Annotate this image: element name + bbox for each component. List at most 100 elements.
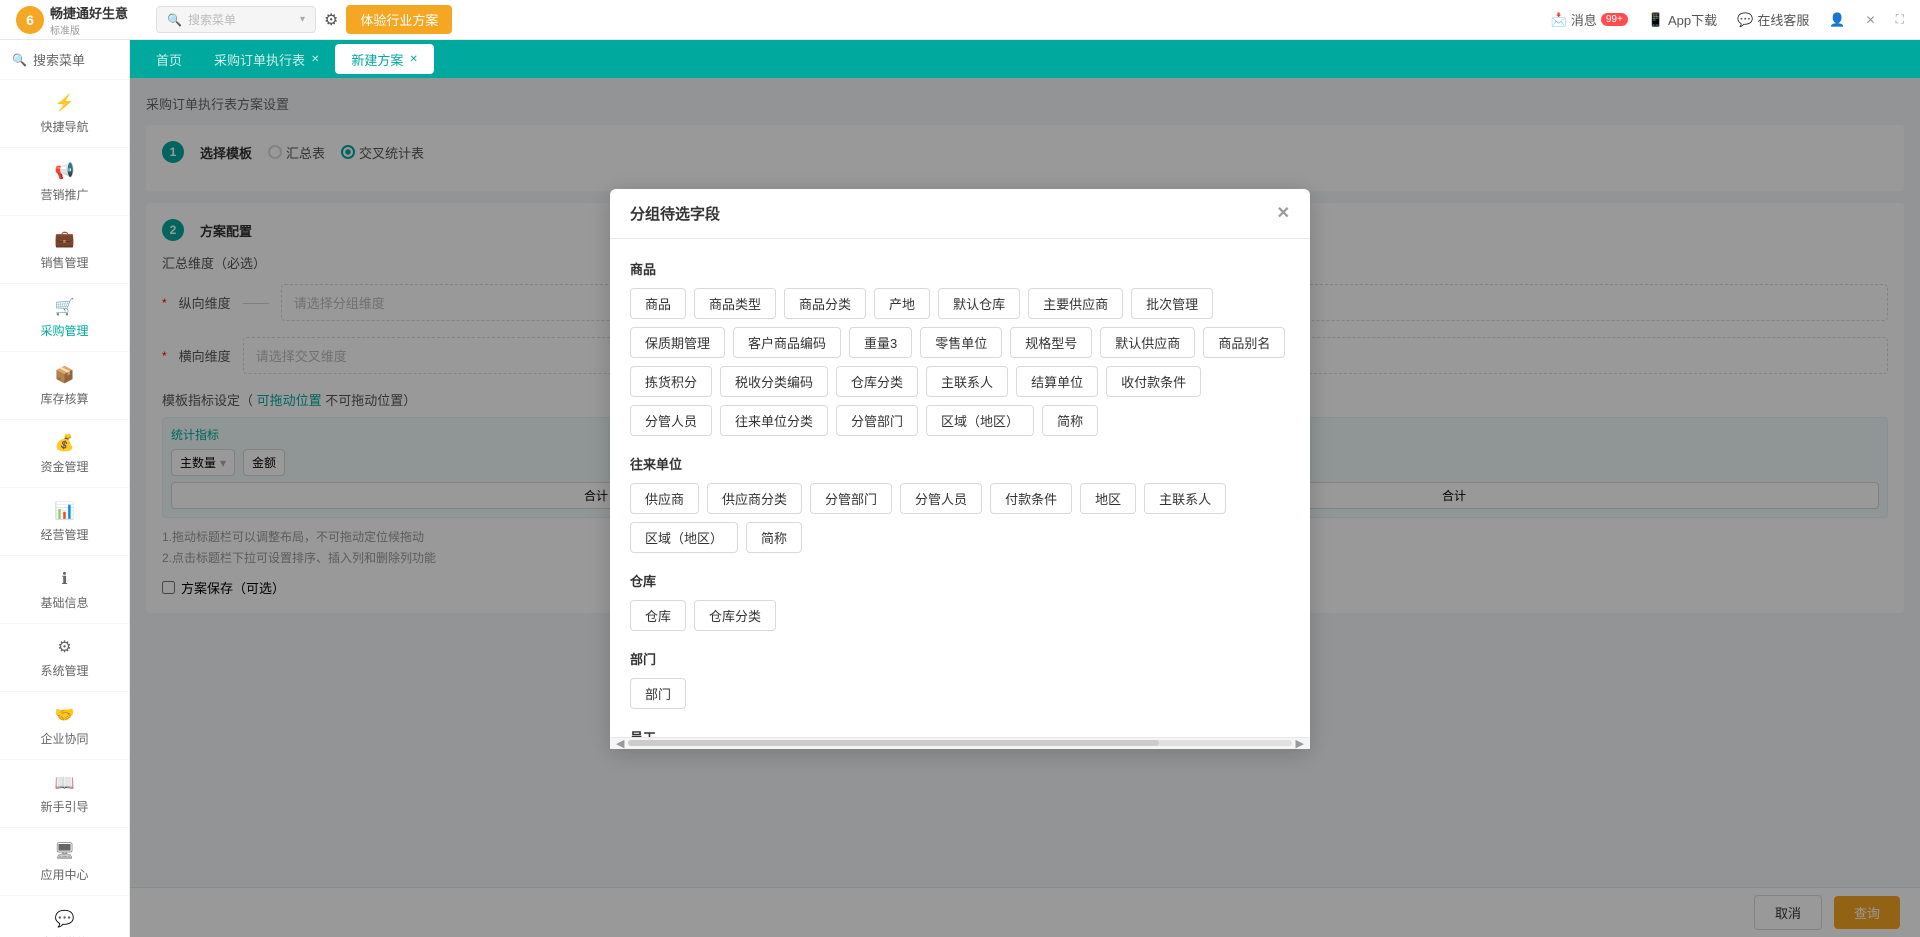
sidebar-item-basic-info[interactable]: ℹ 基础信息 — [0, 556, 129, 624]
sidebar-item-app-center[interactable]: 🖥 应用中心 — [0, 828, 129, 896]
tag-main-supplier[interactable]: 主要供应商 — [1028, 288, 1123, 319]
sidebar-item-sales[interactable]: 💼 销售管理 — [0, 216, 129, 284]
tag-default-warehouse[interactable]: 默认仓库 — [938, 288, 1020, 319]
tag-partner-cat[interactable]: 往来单位分类 — [720, 405, 828, 436]
inventory-icon: 📦 — [54, 364, 76, 386]
sidebar-item-system[interactable]: ⚙ 系统管理 — [0, 624, 129, 692]
tag-origin[interactable]: 产地 — [874, 288, 930, 319]
sidebar-item-shortcuts[interactable]: ⚡ 快捷导航 — [0, 80, 129, 148]
sidebar-item-wechat[interactable]: 💬 企业微信 — [0, 896, 129, 937]
tag-payment-cond[interactable]: 付款条件 — [990, 483, 1072, 514]
tag-warehouse[interactable]: 仓库 — [630, 600, 686, 631]
tag-tax-code[interactable]: 税收分类编码 — [720, 366, 828, 397]
section-warehouse: 仓库 仓库 仓库分类 — [630, 571, 1290, 631]
purchase-icon: 🛒 — [54, 296, 76, 318]
tab-purchase-label: 采购订单执行表 — [214, 50, 305, 69]
hscroll-bar[interactable] — [628, 740, 1291, 746]
close-tab-purchase-icon[interactable]: ✕ — [311, 54, 319, 65]
logo-area: 6 畅捷通好生意 标准版 — [16, 3, 146, 37]
sales-icon: 💼 — [54, 228, 76, 250]
tag-goods-category[interactable]: 商品分类 — [784, 288, 866, 319]
sidebar-item-inventory[interactable]: 📦 库存核算 — [0, 352, 129, 420]
sidebar-item-collab[interactable]: 🤝 企业协同 — [0, 692, 129, 760]
online-service-icon: 💬 — [1737, 12, 1753, 28]
tag-manager[interactable]: 分管人员 — [630, 405, 712, 436]
tag-region[interactable]: 地区 — [1080, 483, 1136, 514]
notification-btn[interactable]: 📩 消息 99+ — [1551, 10, 1628, 29]
notification-badge: 99+ — [1601, 13, 1628, 26]
tag-goods-alias[interactable]: 商品别名 — [1203, 327, 1285, 358]
tag-area-region[interactable]: 区域（地区） — [926, 405, 1034, 436]
modal-title: 分组待选字段 — [630, 203, 720, 224]
shortcuts-icon: ⚡ — [54, 92, 76, 114]
tag-branch-dept[interactable]: 分管部门 — [810, 483, 892, 514]
tag-shelf-life[interactable]: 保质期管理 — [630, 327, 725, 358]
search-label: 搜索菜单 — [33, 50, 85, 69]
search-menu-bar[interactable]: 🔍 搜索菜单 ▾ — [156, 6, 316, 33]
online-service-btn[interactable]: 💬 在线客服 — [1737, 10, 1809, 29]
sidebar-search[interactable]: 🔍 搜索菜单 — [0, 40, 129, 80]
warehouse-tags: 仓库 仓库分类 — [630, 600, 1290, 631]
sidebar-item-label: 资金管理 — [40, 458, 88, 475]
tag-customer-code[interactable]: 客户商品编码 — [733, 327, 841, 358]
tag-area2[interactable]: 区域（地区） — [630, 522, 738, 553]
tab-new-plan-label: 新建方案 — [351, 50, 403, 69]
tag-abbr2[interactable]: 简称 — [746, 522, 802, 553]
tag-warehouse-cat[interactable]: 仓库分类 — [836, 366, 918, 397]
finance-icon: 💰 — [54, 432, 76, 454]
logo-icon: 6 — [16, 6, 44, 34]
tag-dept-branch[interactable]: 分管部门 — [836, 405, 918, 436]
tag-supplier-cat[interactable]: 供应商分类 — [707, 483, 802, 514]
tag-abbr[interactable]: 简称 — [1042, 405, 1098, 436]
sidebar-item-finance[interactable]: 💰 资金管理 — [0, 420, 129, 488]
tag-branch-staff[interactable]: 分管人员 — [900, 483, 982, 514]
collab-icon: 🤝 — [54, 704, 76, 726]
sidebar-item-marketing[interactable]: 📢 营销推广 — [0, 148, 129, 216]
field-select-modal: 分组待选字段 ✕ 商品 商品 商品类型 商品分类 产地 默认仓库 主要供应商 批… — [610, 189, 1310, 749]
tag-warehouse-cat2[interactable]: 仓库分类 — [694, 600, 776, 631]
sidebar-item-purchase[interactable]: 🛒 采购管理 — [0, 284, 129, 352]
tag-supplier[interactable]: 供应商 — [630, 483, 699, 514]
tag-default-supplier[interactable]: 默认供应商 — [1100, 327, 1195, 358]
guide-icon: 📖 — [54, 772, 76, 794]
section-goods-title: 商品 — [630, 259, 1290, 278]
section-partner: 往来单位 供应商 供应商分类 分管部门 分管人员 付款条件 地区 主联系人 区域… — [630, 454, 1290, 553]
close-window-btn[interactable]: ✕ — [1866, 13, 1876, 27]
tag-weight3[interactable]: 重量3 — [849, 327, 912, 358]
app-download-icon: 📱 — [1648, 12, 1664, 28]
hscroll-thumb — [628, 740, 1158, 746]
settings-icon[interactable]: ⚙ — [324, 10, 338, 30]
experience-btn[interactable]: 体验行业方案 — [346, 5, 452, 34]
close-tab-new-plan-icon[interactable]: ✕ — [409, 54, 417, 65]
tag-pick-points[interactable]: 拣货积分 — [630, 366, 712, 397]
tag-spec-model[interactable]: 规格型号 — [1010, 327, 1092, 358]
notification-icon: 📩 — [1551, 12, 1567, 28]
modal-close-btn[interactable]: ✕ — [1277, 203, 1290, 223]
sidebar-item-operations[interactable]: 📊 经营管理 — [0, 488, 129, 556]
tag-retail-unit[interactable]: 零售单位 — [920, 327, 1002, 358]
secondary-tabs: 首页 采购订单执行表 ✕ 新建方案 ✕ — [130, 40, 1920, 78]
tag-main-contact2[interactable]: 主联系人 — [1144, 483, 1226, 514]
expand-window-btn[interactable]: ⛶ — [1896, 12, 1904, 27]
search-icon: 🔍 — [167, 13, 182, 27]
app-download-btn[interactable]: 📱 App下载 — [1648, 10, 1717, 29]
tag-dept[interactable]: 部门 — [630, 678, 686, 709]
tab-new-plan[interactable]: 新建方案 ✕ — [335, 44, 433, 74]
tag-batch-mgmt[interactable]: 批次管理 — [1131, 288, 1213, 319]
tab-home[interactable]: 首页 — [140, 44, 198, 74]
tag-goods-type[interactable]: 商品类型 — [694, 288, 776, 319]
tag-payment-terms[interactable]: 收付款条件 — [1106, 366, 1201, 397]
tag-goods[interactable]: 商品 — [630, 288, 686, 319]
modal-hscroll[interactable]: ◀ ▶ — [610, 737, 1310, 749]
section-warehouse-title: 仓库 — [630, 571, 1290, 590]
tag-settlement-unit[interactable]: 结算单位 — [1016, 366, 1098, 397]
sidebar-item-label: 采购管理 — [40, 322, 88, 339]
user-avatar[interactable]: 👤 — [1829, 12, 1845, 28]
sidebar-item-guide[interactable]: 📖 新手引导 — [0, 760, 129, 828]
section-partner-title: 往来单位 — [630, 454, 1290, 473]
top-right: 📩 消息 99+ 📱 App下载 💬 在线客服 👤 ✕ ⛶ — [1551, 10, 1904, 29]
logo-sub: 标准版 — [50, 22, 128, 37]
tag-main-contact[interactable]: 主联系人 — [926, 366, 1008, 397]
tab-purchase-execution[interactable]: 采购订单执行表 ✕ — [198, 44, 335, 74]
sidebar-item-label: 应用中心 — [40, 866, 88, 883]
